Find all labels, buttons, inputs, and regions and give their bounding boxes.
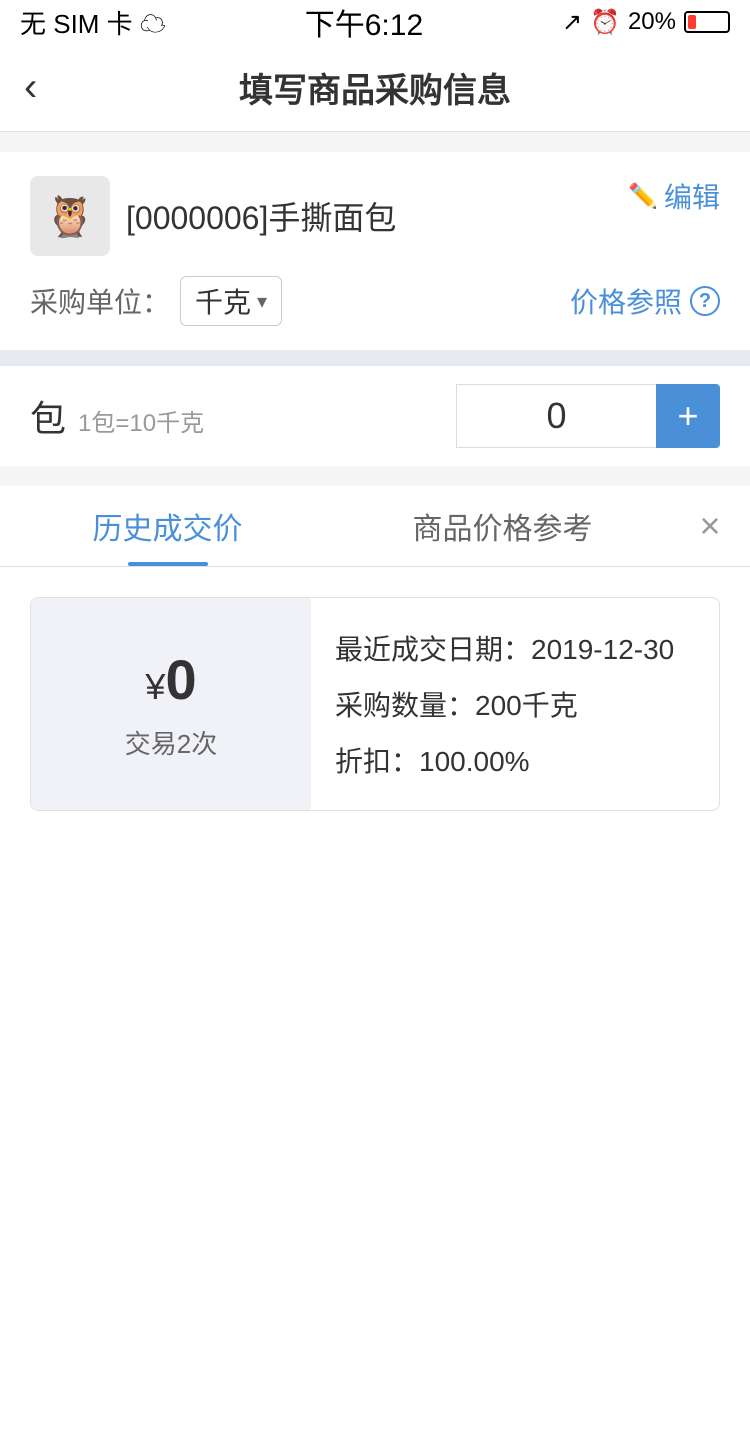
tab-price-reference[interactable]: 商品价格参考 xyxy=(335,486,670,566)
back-button[interactable]: ‹ xyxy=(24,65,37,110)
product-unit-row: 采购单位： 千克 ▾ 价格参照 ? xyxy=(30,276,720,326)
history-card-right: 最近成交日期：2019-12-30 采购数量：200千克 折扣：100.00% xyxy=(311,598,719,810)
quantity-section: 包 1包=10千克 0 + xyxy=(0,366,750,466)
tab-close-button[interactable]: × xyxy=(670,486,750,566)
unit-label: 采购单位： xyxy=(30,281,170,321)
page-title: 填写商品采购信息 xyxy=(239,63,511,112)
discount-label: 折扣： xyxy=(335,746,419,777)
product-thumbnail: 🦉 xyxy=(30,176,110,256)
status-right: ↗ ⏰ 20% xyxy=(562,8,730,37)
history-card-left: ¥0 交易2次 xyxy=(31,598,311,810)
history-price: ¥0 xyxy=(145,647,196,712)
quantity-conversion: 1包=10千克 xyxy=(78,403,204,438)
trade-count: 交易2次 xyxy=(125,724,217,761)
qty-row: 采购数量：200千克 xyxy=(335,684,695,724)
tab-content-history: ¥0 交易2次 最近成交日期：2019-12-30 采购数量：200千克 折扣：… xyxy=(0,567,750,841)
history-card: ¥0 交易2次 最近成交日期：2019-12-30 采购数量：200千克 折扣：… xyxy=(30,597,720,811)
quantity-value: 0 xyxy=(546,395,566,437)
location-icon: ↗ xyxy=(562,8,582,37)
sim-label: 无 SIM 卡 ☁ xyxy=(20,4,166,41)
price-ref-info-icon: ? xyxy=(690,286,720,316)
quantity-input[interactable]: 0 xyxy=(456,384,656,448)
discount-row: 折扣：100.00% xyxy=(335,740,695,780)
status-left: 无 SIM 卡 ☁ xyxy=(20,4,166,41)
battery-percent: 20% xyxy=(628,8,676,36)
price-ref-label: 价格参照 xyxy=(570,281,682,321)
quantity-unit: 包 xyxy=(30,390,66,442)
edit-label: 编辑 xyxy=(664,176,720,216)
tabs-header: 历史成交价 商品价格参考 × xyxy=(0,486,750,567)
product-left: 🦉 [0000006]手撕面包 xyxy=(30,176,396,256)
quantity-label-group: 包 1包=10千克 xyxy=(30,390,204,442)
tabs-section: 历史成交价 商品价格参考 × ¥0 交易2次 最近成交日期：2019-12-30… xyxy=(0,486,750,841)
section-divider xyxy=(0,350,750,366)
price-value: 0 xyxy=(165,648,196,711)
recent-date-label: 最近成交日期： xyxy=(335,634,531,665)
battery-icon xyxy=(684,11,730,33)
tab-history-price[interactable]: 历史成交价 xyxy=(0,486,335,566)
edit-icon: ✏️ xyxy=(628,182,658,211)
product-name: [0000006]手撕面包 xyxy=(126,193,396,239)
product-section: 🦉 [0000006]手撕面包 ✏️ 编辑 采购单位： 千克 ▾ 价格参照 ? xyxy=(0,152,750,350)
nav-bar: ‹ 填写商品采购信息 xyxy=(0,44,750,132)
recent-date-row: 最近成交日期：2019-12-30 xyxy=(335,628,695,668)
tab-active-underline xyxy=(128,562,208,566)
discount-value: 100.00% xyxy=(419,746,530,777)
status-bar: 无 SIM 卡 ☁ 下午6:12 ↗ ⏰ 20% xyxy=(0,0,750,44)
edit-button[interactable]: ✏️ 编辑 xyxy=(628,176,720,216)
price-reference-button[interactable]: 价格参照 ? xyxy=(570,281,720,321)
unit-selector-group: 采购单位： 千克 ▾ xyxy=(30,276,282,326)
main-content-area xyxy=(0,841,750,1441)
recent-date-value: 2019-12-30 xyxy=(531,634,674,665)
quantity-plus-button[interactable]: + xyxy=(656,384,720,448)
unit-select-dropdown[interactable]: 千克 ▾ xyxy=(180,276,282,326)
unit-value: 千克 xyxy=(195,281,251,321)
alarm-icon: ⏰ xyxy=(590,8,620,37)
product-header: 🦉 [0000006]手撕面包 ✏️ 编辑 xyxy=(30,176,720,256)
status-time: 下午6:12 xyxy=(305,0,423,44)
tab-price-reference-label: 商品价格参考 xyxy=(413,504,593,548)
currency-symbol: ¥ xyxy=(145,666,165,707)
tab-history-price-label: 历史成交价 xyxy=(93,504,243,548)
qty-value: 200千克 xyxy=(475,690,578,721)
qty-label: 采购数量： xyxy=(335,690,475,721)
quantity-input-group: 0 + xyxy=(456,384,720,448)
dropdown-arrow-icon: ▾ xyxy=(257,289,267,314)
product-image-icon: 🦉 xyxy=(45,193,95,240)
